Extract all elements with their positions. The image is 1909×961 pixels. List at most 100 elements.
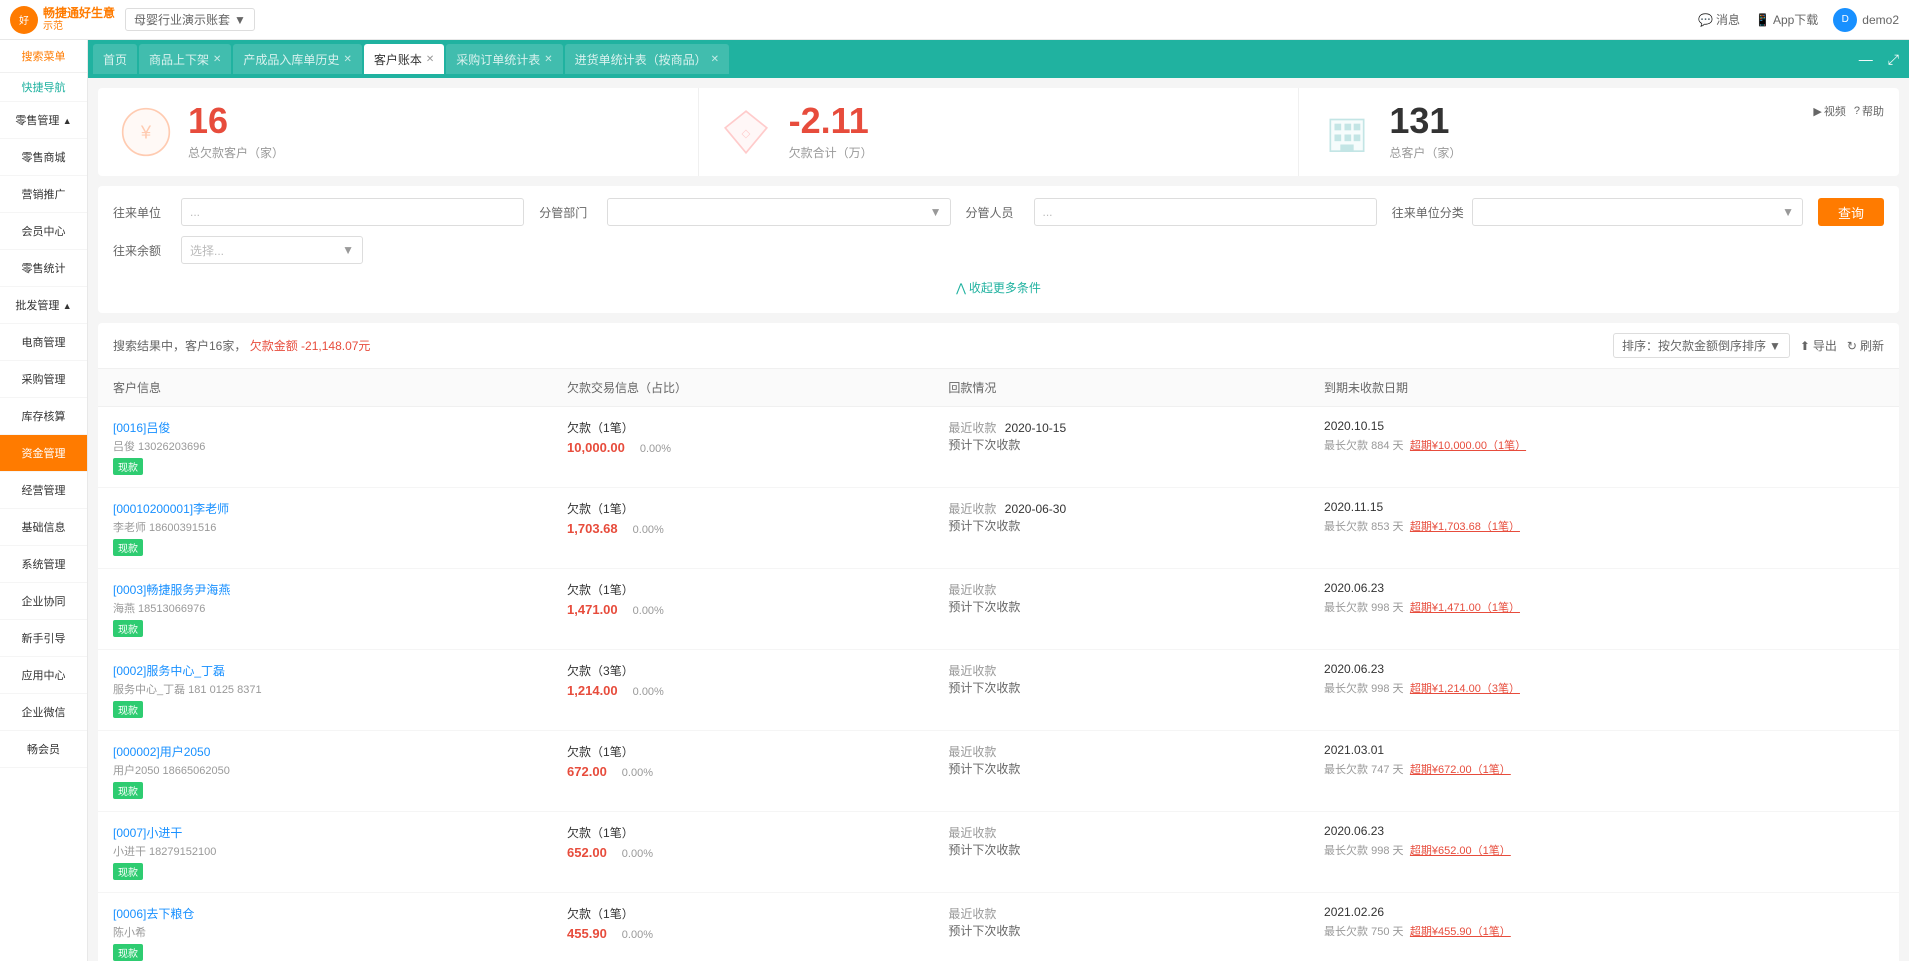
tab-home[interactable]: 首页	[93, 44, 137, 74]
overdue-link-5[interactable]: 超期¥652.00（1笔）	[1410, 845, 1511, 857]
customer-tag-4: 现款	[113, 782, 143, 799]
col-customer: 客户信息	[98, 369, 552, 407]
sidebar-item-purchase-mgmt[interactable]: 采购管理	[0, 361, 87, 398]
tab-purchase-order[interactable]: 采购订单统计表 ✕	[446, 44, 562, 74]
debt-percent-6: 0.00%	[622, 929, 653, 941]
customer-name-link-0[interactable]: [0016]吕俊	[113, 421, 170, 435]
filter-row-1: 往来单位 ... 分管部门 ▼	[113, 198, 1884, 226]
overdue-link-1[interactable]: 超期¥1,703.68（1笔）	[1410, 521, 1520, 533]
logo-icon: 好	[10, 6, 38, 34]
app-download-btn[interactable]: 📱 App下载	[1755, 11, 1818, 28]
overdue-cell-3: 2020.06.23 最长欠款 998 天 超期¥1,214.00（3笔）	[1309, 650, 1899, 731]
table-summary: 搜索结果中，客户16家， 欠款金额 -21,148.07元	[113, 337, 370, 354]
unit-class-select[interactable]: ▼	[1472, 198, 1803, 226]
overdue-info-2: 2020.06.23 最长欠款 998 天 超期¥1,471.00（1笔）	[1324, 581, 1884, 615]
customer-name-link-2[interactable]: [0003]畅捷服务尹海燕	[113, 583, 230, 597]
sidebar-item-corp-wechat[interactable]: 企业微信	[0, 694, 87, 731]
collection-info-5: 最近收款	[948, 824, 1294, 841]
overdue-info-4: 2021.03.01 最长欠款 747 天 超期¥672.00（1笔）	[1324, 743, 1884, 777]
sidebar-item-app-center[interactable]: 应用中心	[0, 657, 87, 694]
collapse-btn[interactable]: ⋀ 收起更多条件	[113, 274, 1884, 301]
chevron-down-icon-3: ▼	[342, 243, 354, 257]
sidebar-item-batch-mgmt[interactable]: 批发管理 ▲	[0, 287, 87, 324]
sidebar-item-basic-info[interactable]: 基础信息	[0, 509, 87, 546]
chevron-down-icon: ▼	[234, 13, 246, 27]
balance-select[interactable]: 选择... ▼	[181, 236, 363, 264]
collection-cell-4: 最近收款 预计下次收款	[933, 731, 1309, 812]
debt-count-5: 欠款（1笔）	[567, 824, 634, 841]
tab-product-instock[interactable]: 产成品入库单历史 ✕	[233, 44, 361, 74]
customer-name-link-3[interactable]: [0002]服务中心_丁磊	[113, 664, 225, 678]
user-area[interactable]: D demo2	[1833, 8, 1899, 32]
table-row: [0006]去下粮仓 陈小希 现款 欠款（1笔） 455.90 0.00% 最近…	[98, 893, 1899, 961]
sidebar-item-inventory[interactable]: 库存核算	[0, 398, 87, 435]
collection-info-4: 最近收款	[948, 743, 1294, 760]
sidebar-item-ecom-mgmt[interactable]: 电商管理	[0, 324, 87, 361]
tab-product-offline[interactable]: 商品上下架 ✕	[139, 44, 231, 74]
table-header-bar: 搜索结果中，客户16家， 欠款金额 -21,148.07元 排序：按欠款金额倒序…	[98, 323, 1899, 369]
customer-name-link-6[interactable]: [0006]去下粮仓	[113, 907, 194, 921]
refresh-btn[interactable]: ↻ 刷新	[1847, 337, 1884, 354]
overdue-info-3: 2020.06.23 最长欠款 998 天 超期¥1,214.00（3笔）	[1324, 662, 1884, 696]
message-btn[interactable]: 💬 消息	[1698, 11, 1740, 28]
sidebar-item-ops-mgmt[interactable]: 经营管理	[0, 472, 87, 509]
tab-purchase-order-close[interactable]: ✕	[544, 54, 552, 65]
person-input[interactable]: ...	[1034, 198, 1377, 226]
sidebar-item-retail-stats[interactable]: 零售统计	[0, 250, 87, 287]
sidebar-item-member[interactable]: 会员中心	[0, 213, 87, 250]
chevron-down-icon: ▼	[930, 205, 942, 219]
sidebar-item-marketing[interactable]: 营销推广	[0, 176, 87, 213]
next-collection-4: 预计下次收款	[948, 760, 1294, 777]
tab-stock-summary-close[interactable]: ✕	[711, 54, 719, 65]
customer-contact-2: 海燕 18513066976	[113, 600, 537, 616]
tab-stock-summary[interactable]: 进货单统计表（按商品） ✕	[565, 44, 729, 74]
page-content: ¥ 16 总欠款客户（家） ◇	[88, 78, 1909, 961]
coming-unit-placeholder: ...	[190, 205, 200, 219]
tab-product-instock-close[interactable]: ✕	[343, 54, 351, 65]
customer-name-link-4[interactable]: [000002]用户2050	[113, 745, 210, 759]
debt-percent-4: 0.00%	[622, 767, 653, 779]
table-actions: 排序：按欠款金额倒序排序 ▼ ⬆ 导出 ↻ 刷新	[1613, 333, 1884, 358]
sort-btn[interactable]: 排序：按欠款金额倒序排序 ▼	[1613, 333, 1790, 358]
sidebar-item-retail-mall[interactable]: 零售商城	[0, 139, 87, 176]
search-button[interactable]: 查询	[1818, 198, 1884, 226]
sidebar-item-retail-mgmt[interactable]: 零售管理 ▲	[0, 102, 87, 139]
sidebar-item-newbie[interactable]: 新手引导	[0, 620, 87, 657]
sidebar-item-vip-member[interactable]: 畅会员	[0, 731, 87, 768]
store-selector[interactable]: 母婴行业演示账套 ▼	[125, 8, 255, 31]
customer-name-link-1[interactable]: [00010200001]李老师	[113, 502, 229, 516]
tab-maximize-btn[interactable]: ⤢	[1883, 49, 1904, 70]
sidebar: 搜索菜单 快捷导航 零售管理 ▲ 零售商城 营销推广 会员中心 零售统计 批发管…	[0, 40, 88, 961]
next-collection-5: 预计下次收款	[948, 841, 1294, 858]
overdue-link-4[interactable]: 超期¥672.00（1笔）	[1410, 764, 1511, 776]
coming-unit-input[interactable]: ...	[181, 198, 524, 226]
overdue-link-3[interactable]: 超期¥1,214.00（3笔）	[1410, 683, 1520, 695]
video-icon: ▶	[1813, 105, 1821, 118]
dept-select[interactable]: ▼	[607, 198, 950, 226]
customer-tag-0: 现款	[113, 458, 143, 475]
help-btn[interactable]: ? 帮助	[1854, 103, 1884, 119]
overdue-days-6: 最长欠款 750 天	[1324, 926, 1407, 938]
export-btn[interactable]: ⬆ 导出	[1800, 337, 1837, 354]
collection-info-6: 最近收款	[948, 905, 1294, 922]
video-btn[interactable]: ▶ 视频	[1813, 103, 1845, 119]
sidebar-search[interactable]: 搜索菜单	[0, 40, 87, 73]
filter-person-label: 分管人员	[966, 204, 1026, 221]
logo-text: 畅捷通好生意	[43, 7, 115, 20]
overdue-link-6[interactable]: 超期¥455.90（1笔）	[1410, 926, 1511, 938]
sidebar-item-finance[interactable]: 资金管理	[0, 435, 87, 472]
customer-name-link-5[interactable]: [0007]小进干	[113, 826, 182, 840]
overdue-date-4: 2021.03.01	[1324, 743, 1884, 757]
overdue-link-2[interactable]: 超期¥1,471.00（1笔）	[1410, 602, 1520, 614]
overdue-link-0[interactable]: 超期¥10,000.00（1笔）	[1410, 440, 1526, 452]
tab-customer-account-close[interactable]: ✕	[426, 54, 434, 65]
collection-cell-2: 最近收款 预计下次收款	[933, 569, 1309, 650]
sidebar-item-sys-mgmt[interactable]: 系统管理	[0, 546, 87, 583]
next-collection-6: 预计下次收款	[948, 922, 1294, 939]
tab-minimize-btn[interactable]: —	[1854, 49, 1878, 70]
tab-customer-account[interactable]: 客户账本 ✕	[364, 44, 444, 74]
stat-label-debtors: 总欠款客户（家）	[188, 144, 284, 161]
sidebar-item-corp-coop[interactable]: 企业协同	[0, 583, 87, 620]
tab-product-offline-close[interactable]: ✕	[213, 54, 221, 65]
balance-placeholder: 选择...	[190, 242, 224, 259]
